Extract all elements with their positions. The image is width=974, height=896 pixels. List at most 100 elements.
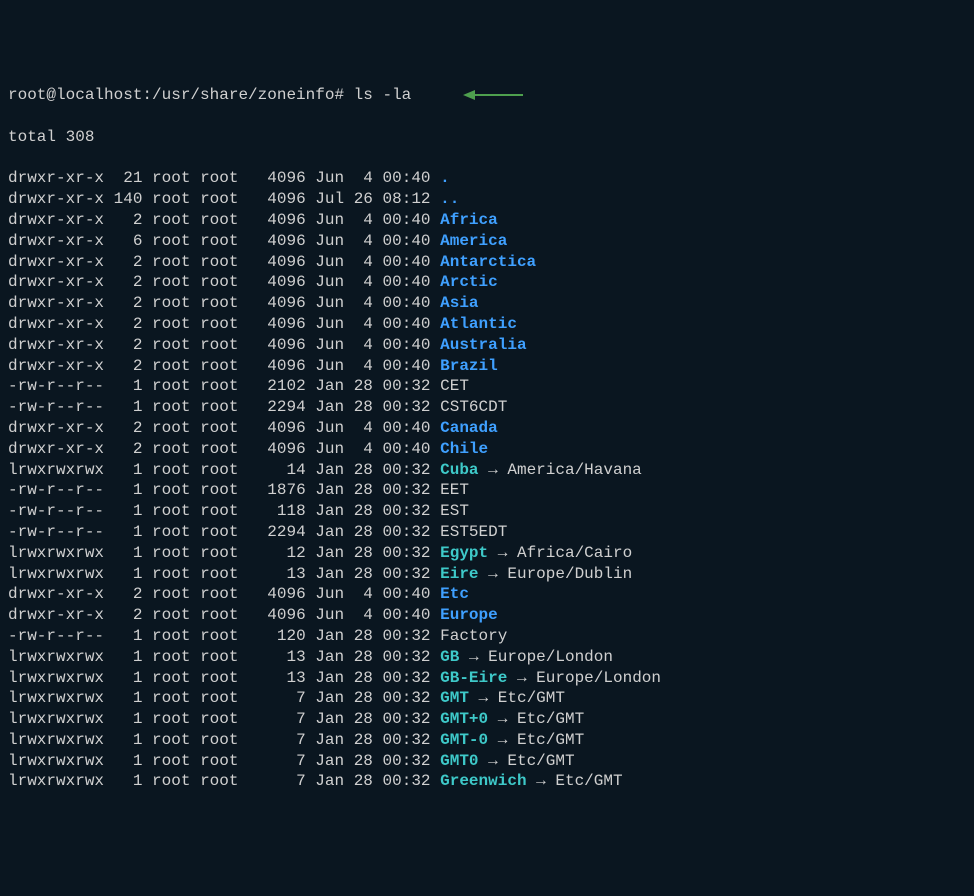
group: root [200, 398, 238, 416]
perm: drwxr-xr-x [8, 294, 104, 312]
date: Jun 4 00:40 [315, 232, 430, 250]
perm: lrwxrwxrwx [8, 689, 104, 707]
links: 1 [114, 544, 143, 562]
symlink-target: Europe/Dublin [507, 565, 632, 583]
perm: drwxr-xr-x [8, 253, 104, 271]
owner: root [152, 232, 190, 250]
links: 1 [114, 565, 143, 583]
date: Jan 28 00:32 [315, 565, 430, 583]
file-name: GMT+0 [440, 710, 488, 728]
listing-row: lrwxrwxrwx 1 root root 13 Jan 28 00:32 E… [8, 564, 966, 585]
owner: root [152, 648, 190, 666]
perm: lrwxrwxrwx [8, 752, 104, 770]
file-name: GB [440, 648, 459, 666]
group: root [200, 523, 238, 541]
group: root [200, 627, 238, 645]
group: root [200, 710, 238, 728]
file-name: . [440, 169, 450, 187]
size: 2102 [248, 377, 306, 395]
listing-row: -rw-r--r-- 1 root root 118 Jan 28 00:32 … [8, 501, 966, 522]
links: 2 [114, 585, 143, 603]
perm: lrwxrwxrwx [8, 461, 104, 479]
listing-row: lrwxrwxrwx 1 root root 7 Jan 28 00:32 Gr… [8, 771, 966, 792]
group: root [200, 377, 238, 395]
links: 2 [114, 336, 143, 354]
size: 4096 [248, 315, 306, 333]
listing-row: lrwxrwxrwx 1 root root 12 Jan 28 00:32 E… [8, 543, 966, 564]
file-name: Antarctica [440, 253, 536, 271]
date: Jan 28 00:32 [315, 731, 430, 749]
perm: drwxr-xr-x [8, 440, 104, 458]
date: Jun 4 00:40 [315, 169, 430, 187]
shell-command[interactable]: ls -la [354, 86, 412, 104]
date: Jan 28 00:32 [315, 481, 430, 499]
file-name: Factory [440, 627, 507, 645]
listing-row: drwxr-xr-x 21 root root 4096 Jun 4 00:40… [8, 168, 966, 189]
date: Jun 4 00:40 [315, 211, 430, 229]
perm: -rw-r--r-- [8, 398, 104, 416]
symlink-arrow-icon: → [498, 710, 508, 728]
date: Jan 28 00:32 [315, 627, 430, 645]
size: 2294 [248, 398, 306, 416]
links: 2 [114, 273, 143, 291]
links: 2 [114, 211, 143, 229]
size: 4096 [248, 440, 306, 458]
group: root [200, 273, 238, 291]
group: root [200, 481, 238, 499]
group: root [200, 336, 238, 354]
prompt-line: root@localhost:/usr/share/zoneinfo# ls -… [8, 85, 966, 106]
symlink-target: America/Havana [507, 461, 641, 479]
listing-row: drwxr-xr-x 2 root root 4096 Jun 4 00:40 … [8, 418, 966, 439]
group: root [200, 315, 238, 333]
size: 2294 [248, 523, 306, 541]
listing-row: drwxr-xr-x 6 root root 4096 Jun 4 00:40 … [8, 231, 966, 252]
owner: root [152, 565, 190, 583]
date: Jun 4 00:40 [315, 273, 430, 291]
links: 2 [114, 315, 143, 333]
size: 4096 [248, 169, 306, 187]
date: Jun 4 00:40 [315, 294, 430, 312]
perm: -rw-r--r-- [8, 627, 104, 645]
size: 14 [248, 461, 306, 479]
symlink-target: Europe/London [536, 669, 661, 687]
links: 1 [114, 377, 143, 395]
symlink-target: Etc/GMT [517, 731, 584, 749]
owner: root [152, 377, 190, 395]
listing-row: lrwxrwxrwx 1 root root 7 Jan 28 00:32 GM… [8, 751, 966, 772]
file-name: CET [440, 377, 469, 395]
size: 4096 [248, 585, 306, 603]
size: 1876 [248, 481, 306, 499]
listing-row: lrwxrwxrwx 1 root root 14 Jan 28 00:32 C… [8, 460, 966, 481]
group: root [200, 565, 238, 583]
symlink-arrow-icon: → [498, 731, 508, 749]
symlink-arrow-icon: → [517, 669, 527, 687]
listing-row: drwxr-xr-x 2 root root 4096 Jun 4 00:40 … [8, 210, 966, 231]
owner: root [152, 169, 190, 187]
links: 1 [114, 461, 143, 479]
owner: root [152, 357, 190, 375]
perm: drwxr-xr-x [8, 606, 104, 624]
group: root [200, 648, 238, 666]
perm: drwxr-xr-x [8, 315, 104, 333]
listing-row: lrwxrwxrwx 1 root root 13 Jan 28 00:32 G… [8, 647, 966, 668]
listing-row: -rw-r--r-- 1 root root 2102 Jan 28 00:32… [8, 376, 966, 397]
links: 1 [114, 398, 143, 416]
group: root [200, 461, 238, 479]
perm: drwxr-xr-x [8, 419, 104, 437]
date: Jun 4 00:40 [315, 315, 430, 333]
date: Jan 28 00:32 [315, 544, 430, 562]
file-name: EET [440, 481, 469, 499]
owner: root [152, 294, 190, 312]
listing-row: drwxr-xr-x 2 root root 4096 Jun 4 00:40 … [8, 293, 966, 314]
listing-row: drwxr-xr-x 2 root root 4096 Jun 4 00:40 … [8, 439, 966, 460]
file-name: Eire [440, 565, 478, 583]
owner: root [152, 502, 190, 520]
listing-row: -rw-r--r-- 1 root root 2294 Jan 28 00:32… [8, 397, 966, 418]
size: 120 [248, 627, 306, 645]
group: root [200, 190, 238, 208]
links: 1 [114, 689, 143, 707]
links: 1 [114, 481, 143, 499]
size: 4096 [248, 211, 306, 229]
listing-row: -rw-r--r-- 1 root root 2294 Jan 28 00:32… [8, 522, 966, 543]
date: Jan 28 00:32 [315, 461, 430, 479]
